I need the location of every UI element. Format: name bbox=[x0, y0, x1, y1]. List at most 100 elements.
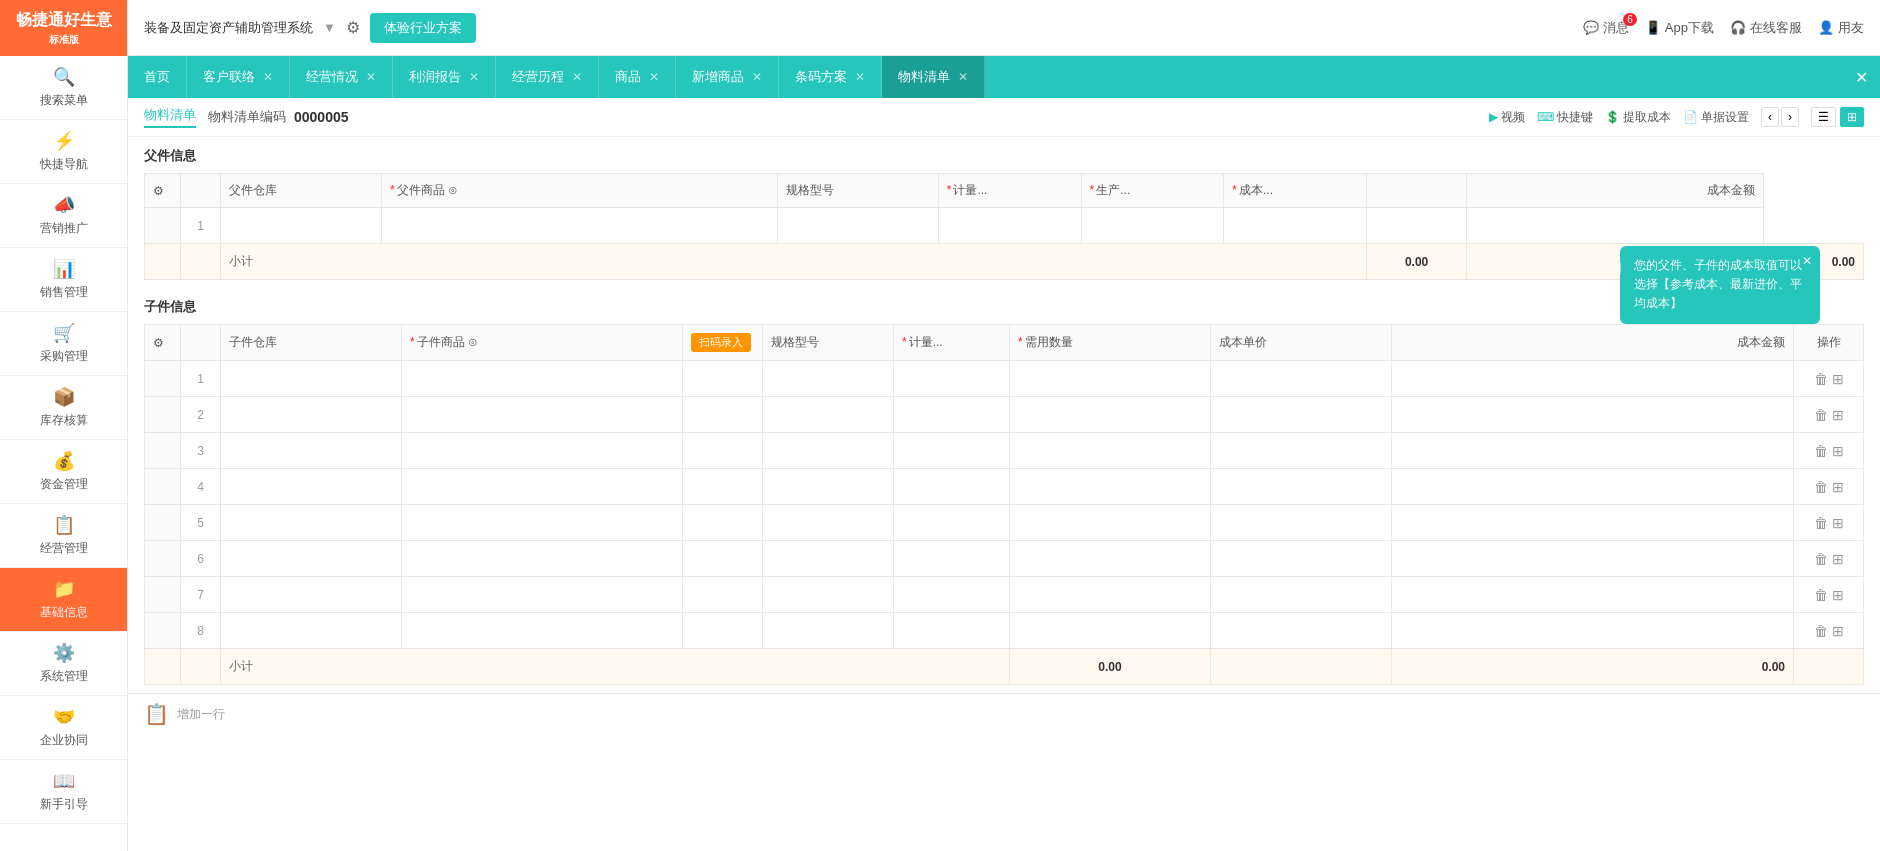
child-row-3-spec[interactable] bbox=[763, 433, 894, 469]
child-row-4-warehouse[interactable] bbox=[221, 469, 402, 505]
child-row-6-warehouse[interactable] bbox=[221, 541, 402, 577]
delete-icon-7[interactable]: 🗑 bbox=[1814, 587, 1828, 603]
child-row-2-unit[interactable] bbox=[894, 397, 1010, 433]
child-row-3-warehouse[interactable] bbox=[221, 433, 402, 469]
child-row-6-unit-cost[interactable] bbox=[1210, 541, 1391, 577]
child-row-6-product[interactable] bbox=[401, 541, 682, 577]
tab-operations-close[interactable]: ✕ bbox=[366, 70, 376, 84]
scan-input-button[interactable]: 扫码录入 bbox=[691, 333, 751, 352]
delete-icon-4[interactable]: 🗑 bbox=[1814, 479, 1828, 495]
child-row-1-qty[interactable] bbox=[1009, 361, 1210, 397]
child-row-8-qty[interactable] bbox=[1009, 613, 1210, 649]
tab-customer-close[interactable]: ✕ bbox=[263, 70, 273, 84]
sidebar-item-enterprise[interactable]: 🤝 企业协同 bbox=[0, 696, 127, 760]
tab-goods-close[interactable]: ✕ bbox=[649, 70, 659, 84]
child-row-6-qty[interactable] bbox=[1009, 541, 1210, 577]
add-row-icon[interactable]: 📋 bbox=[144, 702, 169, 726]
sidebar-item-operations[interactable]: 📋 经营管理 bbox=[0, 504, 127, 568]
sidebar-item-search[interactable]: 🔍 搜索菜单 bbox=[0, 56, 127, 120]
child-row-7-spec[interactable] bbox=[763, 577, 894, 613]
tooltip-close-button[interactable]: ✕ bbox=[1802, 252, 1812, 271]
delete-icon-1[interactable]: 🗑 bbox=[1814, 371, 1828, 387]
copy-icon-5[interactable]: ⊞ bbox=[1832, 515, 1844, 531]
child-row-7-product[interactable] bbox=[401, 577, 682, 613]
copy-icon-1[interactable]: ⊞ bbox=[1832, 371, 1844, 387]
child-row-8-unit-cost[interactable] bbox=[1210, 613, 1391, 649]
messages-action[interactable]: 💬 消息 6 bbox=[1583, 19, 1629, 37]
sidebar-item-finance[interactable]: 💰 资金管理 bbox=[0, 440, 127, 504]
single-settings-action[interactable]: 📄 单据设置 bbox=[1683, 109, 1749, 126]
sidebar-item-inventory[interactable]: 📦 库存核算 bbox=[0, 376, 127, 440]
child-row-4-unit-cost[interactable] bbox=[1210, 469, 1391, 505]
child-row-1-spec[interactable] bbox=[763, 361, 894, 397]
child-row-4-product[interactable] bbox=[401, 469, 682, 505]
get-cost-action[interactable]: 💲 提取成本 bbox=[1605, 109, 1671, 126]
parent-row-1-spec[interactable] bbox=[777, 208, 938, 244]
tab-new-goods-close[interactable]: ✕ bbox=[752, 70, 762, 84]
child-row-8-warehouse[interactable] bbox=[221, 613, 402, 649]
child-row-2-product[interactable] bbox=[401, 397, 682, 433]
copy-icon-4[interactable]: ⊞ bbox=[1832, 479, 1844, 495]
parent-row-1-warehouse[interactable] bbox=[221, 208, 382, 244]
tab-profit[interactable]: 利润报告 ✕ bbox=[393, 56, 496, 98]
tab-bom[interactable]: 物料清单 ✕ bbox=[882, 56, 985, 98]
user-action[interactable]: 👤 用友 bbox=[1818, 19, 1864, 37]
settings-icon[interactable]: ⚙ bbox=[346, 18, 360, 37]
tab-customer[interactable]: 客户联络 ✕ bbox=[187, 56, 290, 98]
sub-tab-bom-code[interactable]: 物料清单编码 bbox=[208, 108, 286, 126]
child-row-5-qty[interactable] bbox=[1009, 505, 1210, 541]
tab-goods[interactable]: 商品 ✕ bbox=[599, 56, 676, 98]
parent-col-settings[interactable]: ⚙ bbox=[145, 174, 181, 208]
tab-new-goods[interactable]: 新增商品 ✕ bbox=[676, 56, 779, 98]
list-view-button[interactable]: ☰ bbox=[1811, 107, 1836, 127]
delete-icon-3[interactable]: 🗑 bbox=[1814, 443, 1828, 459]
tab-operations[interactable]: 经营情况 ✕ bbox=[290, 56, 393, 98]
trial-button[interactable]: 体验行业方案 bbox=[370, 13, 476, 43]
sidebar-item-system[interactable]: ⚙️ 系统管理 bbox=[0, 632, 127, 696]
child-row-8-product[interactable] bbox=[401, 613, 682, 649]
child-row-5-product[interactable] bbox=[401, 505, 682, 541]
child-row-1-warehouse[interactable] bbox=[221, 361, 402, 397]
delete-icon-5[interactable]: 🗑 bbox=[1814, 515, 1828, 531]
child-row-2-unit-cost[interactable] bbox=[1210, 397, 1391, 433]
parent-row-1-production[interactable] bbox=[1081, 208, 1224, 244]
nav-next-button[interactable]: › bbox=[1781, 107, 1799, 127]
copy-icon-7[interactable]: ⊞ bbox=[1832, 587, 1844, 603]
shortcut-action[interactable]: ⌨ 快捷键 bbox=[1537, 109, 1593, 126]
nav-prev-button[interactable]: ‹ bbox=[1761, 107, 1779, 127]
child-row-2-qty[interactable] bbox=[1009, 397, 1210, 433]
child-row-7-warehouse[interactable] bbox=[221, 577, 402, 613]
child-row-8-spec[interactable] bbox=[763, 613, 894, 649]
child-row-6-spec[interactable] bbox=[763, 541, 894, 577]
copy-icon-8[interactable]: ⊞ bbox=[1832, 623, 1844, 639]
delete-icon-6[interactable]: 🗑 bbox=[1814, 551, 1828, 567]
detail-view-button[interactable]: ⊞ bbox=[1840, 107, 1864, 127]
child-row-1-unit-cost[interactable] bbox=[1210, 361, 1391, 397]
copy-icon-3[interactable]: ⊞ bbox=[1832, 443, 1844, 459]
sidebar-item-purchase[interactable]: 🛒 采购管理 bbox=[0, 312, 127, 376]
child-row-7-qty[interactable] bbox=[1009, 577, 1210, 613]
child-row-3-product[interactable] bbox=[401, 433, 682, 469]
copy-icon-2[interactable]: ⊞ bbox=[1832, 407, 1844, 423]
child-row-3-qty[interactable] bbox=[1009, 433, 1210, 469]
child-row-4-qty[interactable] bbox=[1009, 469, 1210, 505]
child-row-5-unit-cost[interactable] bbox=[1210, 505, 1391, 541]
child-col-settings[interactable]: ⚙ bbox=[145, 325, 181, 361]
child-row-7-unit[interactable] bbox=[894, 577, 1010, 613]
delete-icon-2[interactable]: 🗑 bbox=[1814, 407, 1828, 423]
child-row-3-unit[interactable] bbox=[894, 433, 1010, 469]
parent-row-1-product[interactable] bbox=[381, 208, 777, 244]
sidebar-item-basic-info[interactable]: 📁 基础信息 bbox=[0, 568, 127, 632]
sidebar-item-quick-nav[interactable]: ⚡ 快捷导航 bbox=[0, 120, 127, 184]
tab-profit-close[interactable]: ✕ bbox=[469, 70, 479, 84]
app-download-action[interactable]: 📱 App下载 bbox=[1645, 19, 1714, 37]
sidebar-item-sales[interactable]: 📊 销售管理 bbox=[0, 248, 127, 312]
child-row-1-unit[interactable] bbox=[894, 361, 1010, 397]
delete-icon-8[interactable]: 🗑 bbox=[1814, 623, 1828, 639]
child-row-5-warehouse[interactable] bbox=[221, 505, 402, 541]
close-all-tabs[interactable]: ✕ bbox=[1843, 68, 1880, 87]
system-dropdown-arrow[interactable]: ▼ bbox=[323, 20, 336, 35]
parent-row-1-cost[interactable] bbox=[1224, 208, 1367, 244]
child-row-1-product[interactable] bbox=[401, 361, 682, 397]
child-row-5-unit[interactable] bbox=[894, 505, 1010, 541]
